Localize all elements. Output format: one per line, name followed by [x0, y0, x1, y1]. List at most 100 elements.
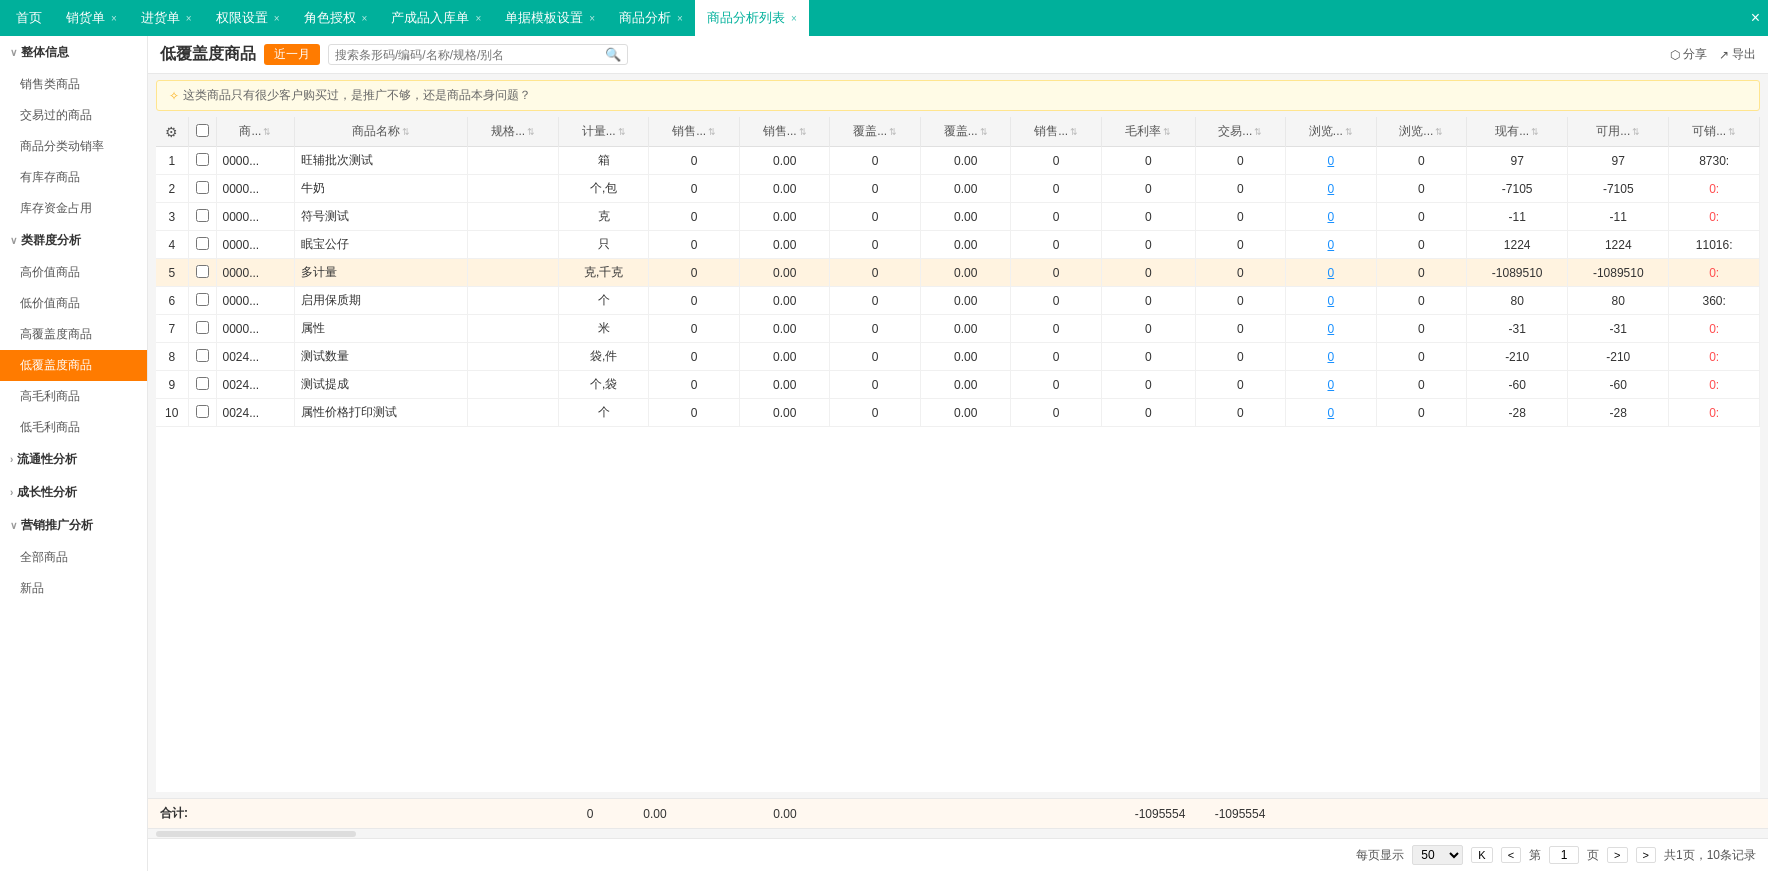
sidebar-section-growth[interactable]: › 成长性分析: [0, 476, 147, 509]
prev-page-button[interactable]: <: [1501, 847, 1521, 863]
sidebar-item-stock-capital[interactable]: 库存资金占用: [0, 193, 147, 224]
row-select-checkbox[interactable]: [196, 349, 209, 362]
row-checkbox[interactable]: [188, 399, 216, 427]
row-checkbox[interactable]: [188, 231, 216, 259]
row-current-stock: -11: [1467, 203, 1568, 231]
sort-icon-transaction[interactable]: ⇅: [1254, 127, 1262, 137]
row-checkbox[interactable]: [188, 343, 216, 371]
row-select-checkbox[interactable]: [196, 209, 209, 222]
row-checkbox[interactable]: [188, 315, 216, 343]
col-settings[interactable]: ⚙: [156, 117, 188, 147]
row-select-checkbox[interactable]: [196, 321, 209, 334]
row-checkbox[interactable]: [188, 259, 216, 287]
share-button[interactable]: ⬡ 分享: [1670, 46, 1707, 63]
sidebar-item-new-products[interactable]: 新品: [0, 573, 147, 604]
sidebar-item-high-value[interactable]: 高价值商品: [0, 257, 147, 288]
sort-icon-spec[interactable]: ⇅: [527, 127, 535, 137]
select-all-checkbox[interactable]: [196, 124, 209, 137]
nav-permissions-close[interactable]: ×: [274, 13, 280, 24]
sidebar-section-overall[interactable]: ∨ 整体信息: [0, 36, 147, 69]
row-checkbox[interactable]: [188, 175, 216, 203]
page-number-input[interactable]: [1549, 846, 1579, 864]
sort-icon-browse1[interactable]: ⇅: [1345, 127, 1353, 137]
row-select-checkbox[interactable]: [196, 265, 209, 278]
sidebar-item-all-products[interactable]: 全部商品: [0, 542, 147, 573]
time-filter-button[interactable]: 近一月: [264, 44, 320, 65]
nav-sales-order[interactable]: 销货单 ×: [54, 0, 129, 36]
row-select-checkbox[interactable]: [196, 377, 209, 390]
nav-permissions[interactable]: 权限设置 ×: [204, 0, 292, 36]
nav-purchase-order[interactable]: 进货单 ×: [129, 0, 204, 36]
nav-role-auth-close[interactable]: ×: [362, 13, 368, 24]
nav-product-analysis-list-close[interactable]: ×: [791, 13, 797, 24]
row-checkbox[interactable]: [188, 287, 216, 315]
row-browse1[interactable]: 0: [1286, 399, 1377, 427]
row-browse1[interactable]: 0: [1286, 315, 1377, 343]
row-browse1[interactable]: 0: [1286, 259, 1377, 287]
nav-product-analysis-close[interactable]: ×: [677, 13, 683, 24]
nav-sales-order-close[interactable]: ×: [111, 13, 117, 24]
sidebar-item-low-gross[interactable]: 低毛利商品: [0, 412, 147, 443]
search-icon[interactable]: 🔍: [605, 47, 621, 62]
sort-icon-coverage2[interactable]: ⇅: [980, 127, 988, 137]
nav-purchase-order-close[interactable]: ×: [186, 13, 192, 24]
nav-product-analysis-list[interactable]: 商品分析列表 ×: [695, 0, 809, 36]
row-browse1[interactable]: 0: [1286, 287, 1377, 315]
close-all-tabs[interactable]: ×: [1751, 9, 1760, 27]
sort-icon-code[interactable]: ⇅: [263, 127, 271, 137]
sort-icon-coverage1[interactable]: ⇅: [889, 127, 897, 137]
row-select-checkbox[interactable]: [196, 181, 209, 194]
sort-icon-current-stock[interactable]: ⇅: [1531, 127, 1539, 137]
nav-template-settings[interactable]: 单据模板设置 ×: [493, 0, 607, 36]
nav-template-settings-close[interactable]: ×: [589, 13, 595, 24]
sort-icon-browse2[interactable]: ⇅: [1435, 127, 1443, 137]
nav-product-analysis[interactable]: 商品分析 ×: [607, 0, 695, 36]
nav-home[interactable]: 首页: [4, 0, 54, 36]
search-input[interactable]: [335, 48, 605, 62]
nav-role-auth[interactable]: 角色授权 ×: [292, 0, 380, 36]
row-browse1[interactable]: 0: [1286, 175, 1377, 203]
row-select-checkbox[interactable]: [196, 293, 209, 306]
sort-icon-sellable[interactable]: ⇅: [1728, 127, 1736, 137]
export-button[interactable]: ↗ 导出: [1719, 46, 1756, 63]
col-sales-amt: 销售...⇅: [739, 117, 830, 147]
sidebar-item-high-coverage[interactable]: 高覆盖度商品: [0, 319, 147, 350]
horizontal-scrollbar[interactable]: [156, 831, 356, 837]
row-checkbox[interactable]: [188, 203, 216, 231]
row-browse1[interactable]: 0: [1286, 231, 1377, 259]
sort-icon-name[interactable]: ⇅: [402, 127, 410, 137]
sidebar-section-quality[interactable]: ∨ 类群度分析: [0, 224, 147, 257]
sidebar-item-low-coverage[interactable]: 低覆盖度商品: [0, 350, 147, 381]
sort-icon-sales-amt[interactable]: ⇅: [799, 127, 807, 137]
sidebar-item-stocked-products[interactable]: 有库存商品: [0, 162, 147, 193]
sort-icon-available[interactable]: ⇅: [1632, 127, 1640, 137]
sort-icon-gross-margin[interactable]: ⇅: [1163, 127, 1171, 137]
first-page-button[interactable]: K: [1471, 847, 1492, 863]
sort-icon-sales-qty[interactable]: ⇅: [708, 127, 716, 137]
sidebar-item-sales-products[interactable]: 销售类商品: [0, 69, 147, 100]
row-select-checkbox[interactable]: [196, 405, 209, 418]
row-browse1[interactable]: 0: [1286, 343, 1377, 371]
sidebar-item-traded-products[interactable]: 交易过的商品: [0, 100, 147, 131]
row-checkbox[interactable]: [188, 147, 216, 175]
last-page-button[interactable]: >: [1636, 847, 1656, 863]
nav-product-inbound-close[interactable]: ×: [475, 13, 481, 24]
row-select-checkbox[interactable]: [196, 237, 209, 250]
sidebar-item-category-rate[interactable]: 商品分类动销率: [0, 131, 147, 162]
settings-icon[interactable]: ⚙: [165, 124, 178, 140]
nav-product-inbound[interactable]: 产成品入库单 ×: [379, 0, 493, 36]
per-page-select[interactable]: 50 100 200: [1412, 845, 1463, 865]
sidebar-section-marketing[interactable]: ∨ 营销推广分析: [0, 509, 147, 542]
sidebar-item-low-value[interactable]: 低价值商品: [0, 288, 147, 319]
row-browse1[interactable]: 0: [1286, 203, 1377, 231]
sidebar-item-high-gross[interactable]: 高毛利商品: [0, 381, 147, 412]
row-checkbox[interactable]: [188, 371, 216, 399]
row-select-checkbox[interactable]: [196, 153, 209, 166]
sort-icon-sales-count[interactable]: ⇅: [1070, 127, 1078, 137]
sidebar-section-flow[interactable]: › 流通性分析: [0, 443, 147, 476]
row-sales-count: 0: [1011, 287, 1102, 315]
sort-icon-unit[interactable]: ⇅: [618, 127, 626, 137]
next-page-button[interactable]: >: [1607, 847, 1627, 863]
row-browse1[interactable]: 0: [1286, 371, 1377, 399]
row-browse1[interactable]: 0: [1286, 147, 1377, 175]
